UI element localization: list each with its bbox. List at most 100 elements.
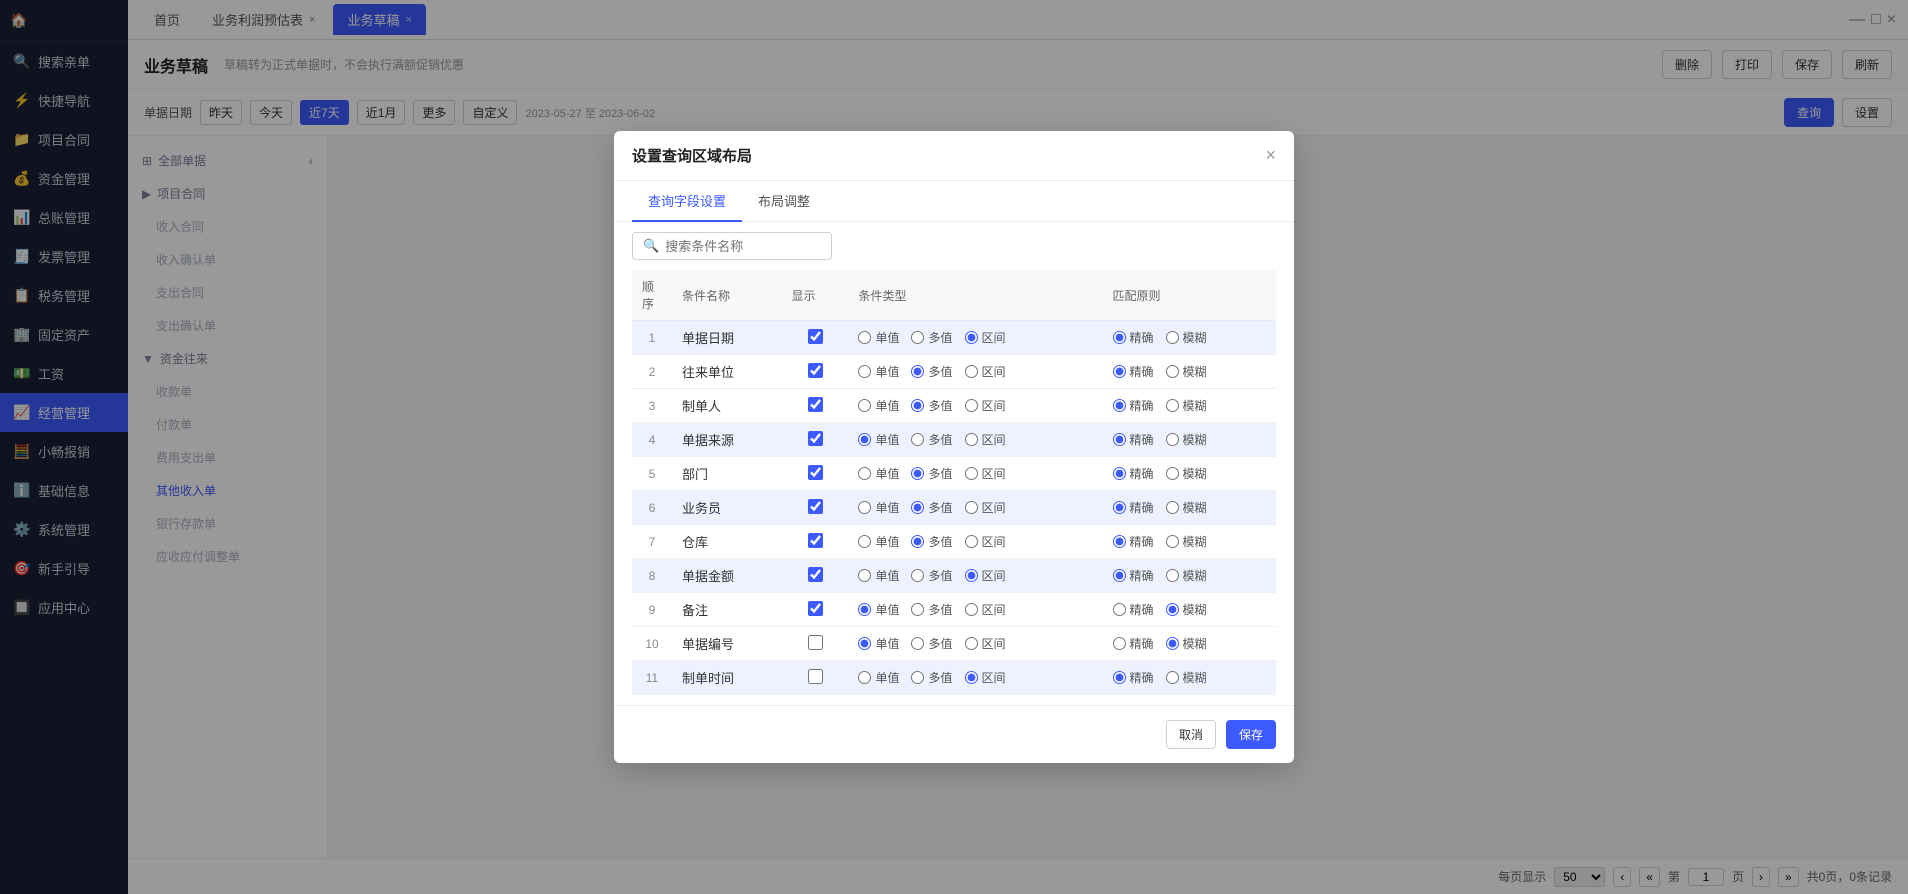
search-input[interactable] <box>665 239 815 254</box>
multi-radio-label[interactable]: 多值 <box>911 567 952 584</box>
fuzzy-radio[interactable] <box>1166 569 1179 582</box>
exact-radio[interactable] <box>1113 569 1126 582</box>
exact-radio-label[interactable]: 精确 <box>1113 397 1154 414</box>
single-radio[interactable] <box>858 365 871 378</box>
display-checkbox[interactable] <box>808 397 823 412</box>
range-radio-label[interactable]: 区间 <box>965 431 1006 448</box>
single-radio[interactable] <box>858 467 871 480</box>
fuzzy-radio[interactable] <box>1166 501 1179 514</box>
exact-radio[interactable] <box>1113 671 1126 684</box>
multi-radio[interactable] <box>911 603 924 616</box>
display-checkbox[interactable] <box>808 499 823 514</box>
cell-display[interactable] <box>782 593 849 627</box>
fuzzy-radio[interactable] <box>1166 365 1179 378</box>
fuzzy-radio-label[interactable]: 模糊 <box>1166 499 1207 516</box>
cell-display[interactable] <box>782 559 849 593</box>
single-radio[interactable] <box>858 535 871 548</box>
multi-radio-label[interactable]: 多值 <box>911 329 952 346</box>
multi-radio-label[interactable]: 多值 <box>911 533 952 550</box>
single-radio-label[interactable]: 单值 <box>858 635 899 652</box>
range-radio[interactable] <box>965 671 978 684</box>
multi-radio[interactable] <box>911 671 924 684</box>
range-radio-label[interactable]: 区间 <box>965 601 1006 618</box>
display-checkbox[interactable] <box>808 533 823 548</box>
multi-radio-label[interactable]: 多值 <box>911 397 952 414</box>
range-radio-label[interactable]: 区间 <box>965 465 1006 482</box>
multi-radio[interactable] <box>911 637 924 650</box>
multi-radio-label[interactable]: 多值 <box>911 669 952 686</box>
exact-radio[interactable] <box>1113 535 1126 548</box>
single-radio[interactable] <box>858 399 871 412</box>
fuzzy-radio-label[interactable]: 模糊 <box>1166 533 1207 550</box>
exact-radio[interactable] <box>1113 603 1126 616</box>
cancel-button[interactable]: 取消 <box>1166 720 1216 749</box>
range-radio[interactable] <box>965 569 978 582</box>
single-radio[interactable] <box>858 501 871 514</box>
exact-radio-label[interactable]: 精确 <box>1113 499 1154 516</box>
range-radio[interactable] <box>965 399 978 412</box>
cell-display[interactable] <box>782 389 849 423</box>
range-radio-label[interactable]: 区间 <box>965 669 1006 686</box>
fuzzy-radio[interactable] <box>1166 637 1179 650</box>
modal-tab-query-fields[interactable]: 查询字段设置 <box>632 181 742 222</box>
modal-save-button[interactable]: 保存 <box>1226 720 1276 749</box>
range-radio-label[interactable]: 区间 <box>965 635 1006 652</box>
fuzzy-radio[interactable] <box>1166 331 1179 344</box>
fuzzy-radio-label[interactable]: 模糊 <box>1166 431 1207 448</box>
fuzzy-radio[interactable] <box>1166 399 1179 412</box>
fuzzy-radio-label[interactable]: 模糊 <box>1166 669 1207 686</box>
exact-radio-label[interactable]: 精确 <box>1113 567 1154 584</box>
multi-radio[interactable] <box>911 467 924 480</box>
exact-radio-label[interactable]: 精确 <box>1113 669 1154 686</box>
exact-radio-label[interactable]: 精确 <box>1113 601 1154 618</box>
range-radio-label[interactable]: 区间 <box>965 363 1006 380</box>
display-checkbox[interactable] <box>808 329 823 344</box>
cell-display[interactable] <box>782 627 849 661</box>
multi-radio[interactable] <box>911 535 924 548</box>
multi-radio[interactable] <box>911 331 924 344</box>
multi-radio-label[interactable]: 多值 <box>911 499 952 516</box>
cell-display[interactable] <box>782 661 849 695</box>
display-checkbox[interactable] <box>808 635 823 650</box>
display-checkbox[interactable] <box>808 363 823 378</box>
single-radio[interactable] <box>858 433 871 446</box>
fuzzy-radio-label[interactable]: 模糊 <box>1166 329 1207 346</box>
single-radio[interactable] <box>858 331 871 344</box>
single-radio-label[interactable]: 单值 <box>858 465 899 482</box>
cell-display[interactable] <box>782 457 849 491</box>
exact-radio[interactable] <box>1113 331 1126 344</box>
fuzzy-radio-label[interactable]: 模糊 <box>1166 635 1207 652</box>
range-radio-label[interactable]: 区间 <box>965 533 1006 550</box>
multi-radio[interactable] <box>911 501 924 514</box>
cell-display[interactable] <box>782 423 849 457</box>
cell-display[interactable] <box>782 321 849 355</box>
display-checkbox[interactable] <box>808 431 823 446</box>
multi-radio-label[interactable]: 多值 <box>911 431 952 448</box>
single-radio[interactable] <box>858 603 871 616</box>
range-radio[interactable] <box>965 535 978 548</box>
cell-display[interactable] <box>782 525 849 559</box>
exact-radio-label[interactable]: 精确 <box>1113 635 1154 652</box>
fuzzy-radio-label[interactable]: 模糊 <box>1166 601 1207 618</box>
fuzzy-radio[interactable] <box>1166 433 1179 446</box>
single-radio[interactable] <box>858 671 871 684</box>
modal-tab-layout[interactable]: 布局调整 <box>742 181 826 222</box>
exact-radio[interactable] <box>1113 365 1126 378</box>
fuzzy-radio[interactable] <box>1166 671 1179 684</box>
single-radio[interactable] <box>858 637 871 650</box>
multi-radio-label[interactable]: 多值 <box>911 465 952 482</box>
exact-radio[interactable] <box>1113 433 1126 446</box>
modal-close-button[interactable]: × <box>1265 145 1276 166</box>
range-radio-label[interactable]: 区间 <box>965 567 1006 584</box>
multi-radio-label[interactable]: 多值 <box>911 635 952 652</box>
fuzzy-radio[interactable] <box>1166 603 1179 616</box>
range-radio[interactable] <box>965 501 978 514</box>
single-radio-label[interactable]: 单值 <box>858 669 899 686</box>
display-checkbox[interactable] <box>808 465 823 480</box>
fuzzy-radio-label[interactable]: 模糊 <box>1166 567 1207 584</box>
exact-radio[interactable] <box>1113 501 1126 514</box>
exact-radio[interactable] <box>1113 637 1126 650</box>
cell-display[interactable] <box>782 355 849 389</box>
fuzzy-radio-label[interactable]: 模糊 <box>1166 363 1207 380</box>
single-radio-label[interactable]: 单值 <box>858 499 899 516</box>
